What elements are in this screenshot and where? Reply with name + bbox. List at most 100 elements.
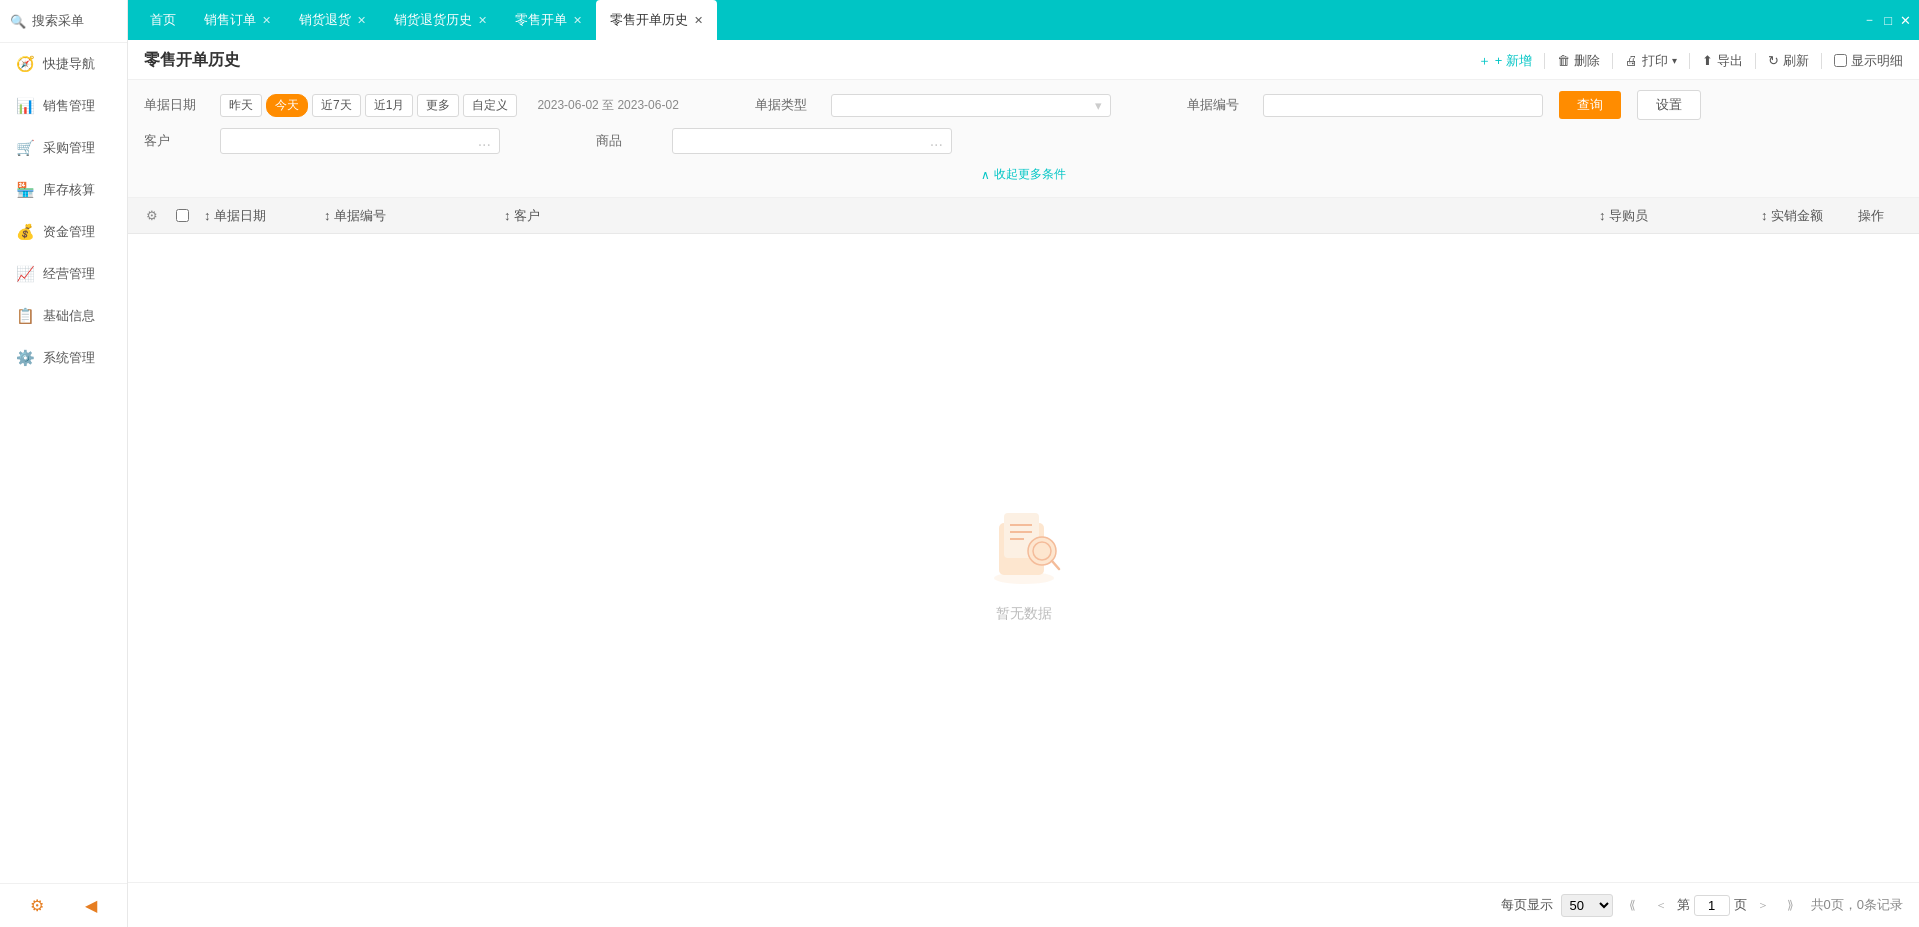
- show-detail-checkbox[interactable]: [1834, 54, 1847, 67]
- goods-ellipsis-icon: ...: [930, 132, 943, 150]
- refresh-icon: ↻: [1768, 53, 1779, 68]
- empty-illustration: [974, 493, 1074, 593]
- sidebar-icon-basic-info: 📋: [16, 307, 35, 325]
- sidebar-item-purchase-mgmt[interactable]: 🛒采购管理: [0, 127, 127, 169]
- main-area: 首页销售订单✕销货退货✕销货退货历史✕零售开单✕零售开单历史✕ － □ ✕ 零售…: [128, 0, 1919, 927]
- tab-close-retail-open[interactable]: ✕: [573, 14, 582, 27]
- toolbar-divider-1: [1544, 53, 1545, 69]
- date-more-btn[interactable]: 更多: [417, 94, 459, 117]
- table-settings-icon[interactable]: ⚙: [136, 208, 168, 223]
- sidebar-item-quick-nav[interactable]: 🧭快捷导航: [0, 43, 127, 85]
- tab-label-sales-return-history: 销货退货历史: [394, 11, 472, 29]
- sidebar-label-basic-info: 基础信息: [43, 307, 95, 325]
- first-page-btn[interactable]: ⟪: [1621, 893, 1645, 917]
- date-1month-btn[interactable]: 近1月: [365, 94, 414, 117]
- tab-sales-order[interactable]: 销售订单✕: [190, 0, 285, 40]
- tab-bar: 首页销售订单✕销货退货✕销货退货历史✕零售开单✕零售开单历史✕ － □ ✕: [128, 0, 1919, 40]
- pagination: 每页显示 50 100 200 ⟪ ＜ 第 页 ＞ ⟫ 共0页，0条记录: [128, 882, 1919, 927]
- tab-close-sales-order[interactable]: ✕: [262, 14, 271, 27]
- sidebar-icon-operations: 📈: [16, 265, 35, 283]
- date-7days-btn[interactable]: 近7天: [312, 94, 361, 117]
- sidebar-item-finance[interactable]: 💰资金管理: [0, 211, 127, 253]
- settings-button[interactable]: 设置: [1637, 90, 1701, 120]
- sidebar-item-basic-info[interactable]: 📋 基础信息: [0, 295, 127, 337]
- customer-select[interactable]: ...: [220, 128, 500, 154]
- print-dropdown-icon: ▾: [1672, 55, 1677, 66]
- tab-label-retail-open: 零售开单: [515, 11, 567, 29]
- goods-select[interactable]: ...: [672, 128, 952, 154]
- goods-filter-label: 商品: [596, 132, 656, 150]
- table-select-all[interactable]: [168, 209, 196, 222]
- sidebar-item-operations[interactable]: 📈经营管理: [0, 253, 127, 295]
- sidebar-item-system-mgmt[interactable]: ⚙️系统管理: [0, 337, 127, 379]
- sidebar-label-system-mgmt: 系统管理: [43, 349, 95, 367]
- per-page-label: 每页显示: [1501, 896, 1553, 914]
- tab-sales-return[interactable]: 销货退货✕: [285, 0, 380, 40]
- page-input[interactable]: [1694, 895, 1730, 916]
- collapse-sidebar-icon[interactable]: ◀: [85, 896, 97, 915]
- customer-ellipsis-icon: ...: [478, 132, 491, 150]
- last-page-btn[interactable]: ⟫: [1779, 893, 1803, 917]
- bill-type-select[interactable]: ▾: [831, 94, 1111, 117]
- date-filter-label: 单据日期: [144, 96, 204, 114]
- bill-no-input[interactable]: [1263, 94, 1543, 117]
- col-amount[interactable]: ↕ 实销金额: [1711, 207, 1831, 225]
- page-word: 第: [1677, 896, 1690, 914]
- table-header: ⚙ ↕ 单据日期 ↕ 单据编号 ↕ 客户 ↕ 导购员 ↕ 实销金额: [128, 198, 1919, 234]
- table-area: ⚙ ↕ 单据日期 ↕ 单据编号 ↕ 客户 ↕ 导购员 ↕ 实销金额: [128, 198, 1919, 882]
- bill-no-label: 单据编号: [1187, 96, 1247, 114]
- show-detail-toggle[interactable]: 显示明细: [1834, 52, 1903, 70]
- close-button[interactable]: ✕: [1900, 13, 1911, 28]
- page-header: 零售开单历史 ＋ + 新增 🗑 删除 🖨 打印 ▾: [128, 40, 1919, 80]
- toolbar: ＋ + 新增 🗑 删除 🖨 打印 ▾ ⬆ 导出: [1478, 52, 1903, 70]
- prev-page-btn[interactable]: ＜: [1649, 893, 1673, 917]
- bill-type-label: 单据类型: [755, 96, 815, 114]
- sidebar-search[interactable]: 🔍 搜索采单: [0, 0, 127, 43]
- export-icon: ⬆: [1702, 53, 1713, 68]
- sidebar-icon-sales-mgmt: 📊: [16, 97, 35, 115]
- sidebar-nav: 🧭快捷导航📊销售管理🛒采购管理🏪库存核算💰资金管理📈经营管理 📋 基础信息 ⚙️系统管…: [0, 43, 127, 883]
- select-all-checkbox[interactable]: [176, 209, 189, 222]
- col-bill-no-label: ↕ 单据编号: [324, 207, 386, 225]
- tab-close-sales-return[interactable]: ✕: [357, 14, 366, 27]
- delete-button[interactable]: 🗑 删除: [1557, 52, 1600, 70]
- tab-close-retail-open-history[interactable]: ✕: [694, 14, 703, 27]
- col-date[interactable]: ↕ 单据日期: [196, 207, 316, 225]
- add-button[interactable]: ＋ + 新增: [1478, 52, 1532, 70]
- date-yesterday-btn[interactable]: 昨天: [220, 94, 262, 117]
- col-customer[interactable]: ↕ 客户: [496, 207, 1591, 225]
- maximize-button[interactable]: □: [1884, 13, 1892, 28]
- add-icon: ＋: [1478, 52, 1491, 70]
- tab-home[interactable]: 首页: [136, 0, 190, 40]
- sidebar-item-sales-mgmt[interactable]: 📊销售管理: [0, 85, 127, 127]
- tab-retail-open-history[interactable]: 零售开单历史✕: [596, 0, 717, 40]
- sidebar-footer: ⚙ ◀: [0, 883, 127, 927]
- print-button[interactable]: 🖨 打印 ▾: [1625, 52, 1677, 70]
- svg-line-8: [1052, 561, 1059, 569]
- col-guide[interactable]: ↕ 导购员: [1591, 207, 1711, 225]
- col-bill-no[interactable]: ↕ 单据编号: [316, 207, 496, 225]
- date-today-btn[interactable]: 今天: [266, 94, 308, 117]
- collapse-filter-btn[interactable]: ∧ 收起更多条件: [144, 162, 1903, 187]
- next-page-btn[interactable]: ＞: [1751, 893, 1775, 917]
- tab-close-sales-return-history[interactable]: ✕: [478, 14, 487, 27]
- show-detail-label: 显示明细: [1851, 52, 1903, 70]
- tab-retail-open[interactable]: 零售开单 ✕: [501, 0, 596, 40]
- per-page-select[interactable]: 50 100 200: [1561, 894, 1613, 917]
- sidebar-item-inventory[interactable]: 🏪库存核算: [0, 169, 127, 211]
- export-button[interactable]: ⬆ 导出: [1702, 52, 1743, 70]
- settings-icon[interactable]: ⚙: [30, 896, 44, 915]
- total-info: 共0页，0条记录: [1811, 896, 1903, 914]
- tab-sales-return-history[interactable]: 销货退货历史 ✕: [380, 0, 501, 40]
- refresh-button[interactable]: ↻ 刷新: [1768, 52, 1809, 70]
- search-button[interactable]: 查询: [1559, 91, 1621, 119]
- collapse-icon: ∧: [981, 168, 990, 182]
- minimize-button[interactable]: －: [1863, 11, 1876, 29]
- filter-row-1: 单据日期 昨天 今天 近7天 近1月 更多 自定义 2023-06-02 至 2…: [144, 90, 1903, 120]
- search-icon: 🔍: [10, 14, 26, 29]
- delete-icon: 🗑: [1557, 53, 1570, 68]
- window-controls: － □ ✕: [1863, 11, 1911, 29]
- collapse-label: 收起更多条件: [994, 166, 1066, 183]
- date-custom-btn[interactable]: 自定义: [463, 94, 517, 117]
- filter-row-2: 客户 ... 商品 ...: [144, 128, 1903, 154]
